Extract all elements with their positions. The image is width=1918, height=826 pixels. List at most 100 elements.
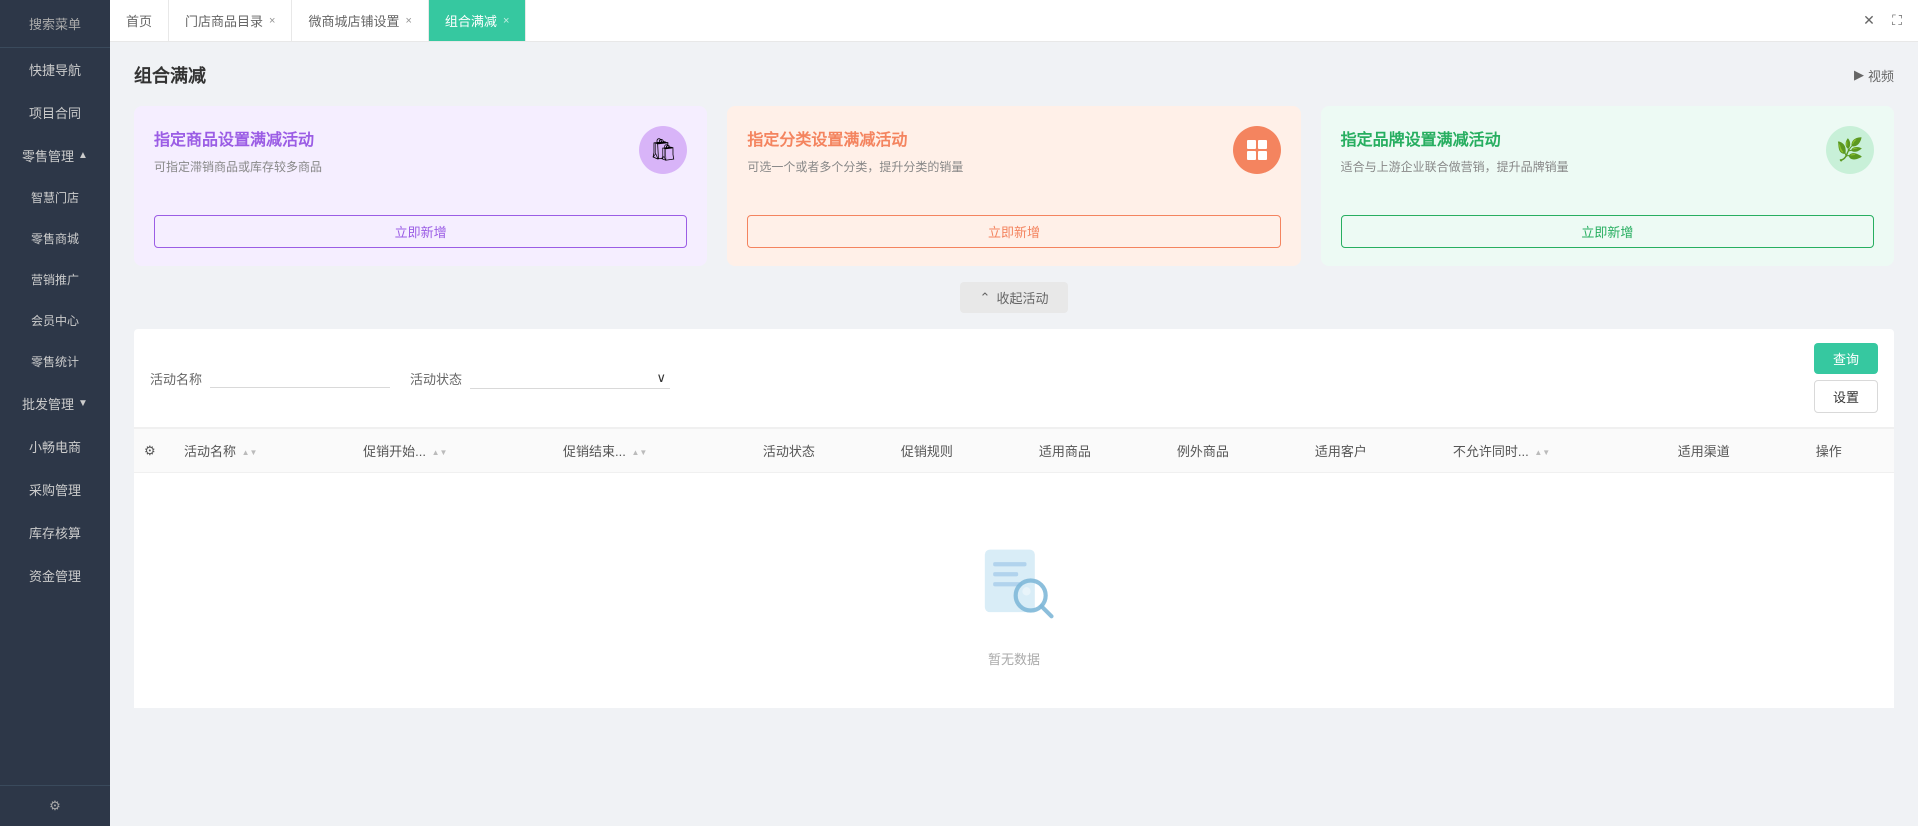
sort-icon[interactable]: ▲▼ [1534, 449, 1550, 457]
category-card-title: 指定分类设置满减活动 [747, 126, 1280, 150]
sidebar-item-member-center[interactable]: 会员中心 [0, 300, 110, 341]
brand-card-add-btn[interactable]: 立即新增 [1341, 215, 1874, 248]
content-area: 组合满减 ▶ 视频 指定商品设置满减活动 🛍 可指定滞销商品或库存较多商品 立即… [110, 42, 1918, 826]
table-col-activity-name: 活动名称 ▲▼ [174, 429, 353, 473]
tabbar: 首页 门店商品目录 × 微商城店铺设置 × 组合满减 × ✕ ⛶ [110, 0, 1918, 42]
category-card-desc: 可选一个或者多个分类，提升分类的销量 [747, 158, 1280, 201]
table-header-row: ⚙ 活动名称 ▲▼ 促销开始... ▲▼ 促销结束... [134, 429, 1894, 473]
col-label: 例外商品 [1177, 444, 1229, 459]
product-card-icon: 🛍 [639, 126, 687, 174]
table-col-applicable-customer: 适用客户 [1305, 429, 1443, 473]
gear-icon[interactable]: ⚙ [144, 443, 156, 458]
collapse-activities-btn[interactable]: ⌃ 收起活动 [960, 282, 1069, 313]
brand-card-desc: 适合与上游企业联合做营销，提升品牌销量 [1341, 158, 1874, 201]
tab-label: 微商城店铺设置 [308, 11, 399, 30]
product-card-title: 指定商品设置满减活动 [154, 126, 687, 150]
table-col-not-allow-concurrent: 不允许同时... ▲▼ [1443, 429, 1668, 473]
promo-cards-row: 指定商品设置满减活动 🛍 可指定滞销商品或库存较多商品 立即新增 指定分类设置满… [134, 106, 1894, 266]
sidebar-item-wholesale-mgmt[interactable]: 批发管理 ▼ [0, 382, 110, 425]
sidebar-item-purchase-mgmt[interactable]: 采购管理 [0, 468, 110, 511]
data-table: ⚙ 活动名称 ▲▼ 促销开始... ▲▼ 促销结束... [134, 428, 1894, 473]
empty-state: 暂无数据 [134, 473, 1894, 708]
col-label: 促销开始... [363, 444, 426, 459]
brand-promo-card: 指定品牌设置满减活动 🌿 适合与上游企业联合做营销，提升品牌销量 立即新增 [1321, 106, 1894, 266]
sidebar-item-label: 库存核算 [29, 523, 81, 542]
chevron-down-icon: ▼ [78, 398, 88, 409]
collapse-label: 收起活动 [996, 288, 1048, 307]
sidebar-item-smart-store[interactable]: 智慧门店 [0, 177, 110, 218]
filter-table-wrapper: 活动名称 活动状态 ∨ 查询 设置 [134, 329, 1894, 708]
sidebar-item-label: 快捷导航 [29, 60, 81, 79]
category-card-add-btn[interactable]: 立即新增 [747, 215, 1280, 248]
chevron-up-icon: ⌃ [980, 290, 991, 306]
tab-controls: ✕ ⛶ [1858, 10, 1918, 32]
sidebar-search[interactable]: 搜索菜单 [0, 0, 110, 48]
tab-label: 组合满减 [445, 11, 497, 30]
sidebar-item-retail-mgmt[interactable]: 零售管理 ▲ [0, 134, 110, 177]
table-col-applicable-goods: 适用商品 [1029, 429, 1167, 473]
sidebar-item-label: 零售商城 [31, 230, 79, 247]
collapse-bar: ⌃ 收起活动 [134, 282, 1894, 313]
activity-name-filter: 活动名称 [150, 368, 390, 388]
col-label: 活动名称 [184, 444, 236, 459]
category-promo-card: 指定分类设置满减活动 可选一个或者多个分类，提升分类的销量 立即新增 [727, 106, 1300, 266]
tab-store-catalog[interactable]: 门店商品目录 × [169, 0, 292, 41]
tab-close-icon[interactable]: × [503, 15, 509, 27]
activity-status-select[interactable]: ∨ [470, 368, 670, 389]
query-btn[interactable]: 查询 [1814, 343, 1878, 374]
sidebar: 搜索菜单 快捷导航 项目合同 零售管理 ▲ 智慧门店 零售商城 营销推广 会员中… [0, 0, 110, 826]
sidebar-item-label: 会员中心 [31, 312, 79, 329]
sort-icon[interactable]: ▲▼ [432, 449, 448, 457]
table-col-operation: 操作 [1806, 429, 1894, 473]
product-card-add-btn[interactable]: 立即新增 [154, 215, 687, 248]
sort-icon[interactable]: ▲▼ [632, 449, 648, 457]
sidebar-item-label: 营销推广 [31, 271, 79, 288]
main-area: 首页 门店商品目录 × 微商城店铺设置 × 组合满减 × ✕ ⛶ 组合满减 ▶ … [110, 0, 1918, 826]
table-col-promo-end: 促销结束... ▲▼ [553, 429, 753, 473]
sidebar-item-project-contract[interactable]: 项目合同 [0, 91, 110, 134]
brand-card-title: 指定品牌设置满减活动 [1341, 126, 1874, 150]
chevron-down-icon: ∨ [657, 370, 667, 386]
gear-icon: ⚙ [49, 798, 61, 813]
col-label: 适用客户 [1315, 444, 1367, 459]
product-card-desc: 可指定滞销商品或库存较多商品 [154, 158, 687, 201]
sidebar-item-finance[interactable]: 资金管理 [0, 554, 110, 597]
tab-close-icon[interactable]: × [269, 15, 275, 27]
activity-name-label: 活动名称 [150, 369, 202, 388]
empty-state-text: 暂无数据 [988, 649, 1040, 668]
tab-combo-discount[interactable]: 组合满减 × [429, 0, 526, 41]
col-label: 促销规则 [901, 444, 953, 459]
settings-btn[interactable]: 设置 [1814, 380, 1878, 413]
table-col-promo-start: 促销开始... ▲▼ [353, 429, 553, 473]
sidebar-item-marketing[interactable]: 营销推广 [0, 259, 110, 300]
tab-home[interactable]: 首页 [110, 0, 169, 41]
col-label: 适用商品 [1039, 444, 1091, 459]
sidebar-item-retail-stats[interactable]: 零售统计 [0, 341, 110, 382]
table-col-except-goods: 例外商品 [1167, 429, 1305, 473]
chevron-up-icon: ▲ [78, 150, 88, 161]
col-label: 操作 [1816, 444, 1842, 459]
video-link[interactable]: ▶ 视频 [1854, 66, 1894, 85]
tab-close-icon[interactable]: × [405, 15, 411, 27]
activity-name-input[interactable] [210, 368, 390, 388]
tab-wechat-store-settings[interactable]: 微商城店铺设置 × [292, 0, 428, 41]
sidebar-item-quick-nav[interactable]: 快捷导航 [0, 48, 110, 91]
sidebar-item-label: 批发管理 [22, 394, 74, 413]
sidebar-item-label: 零售管理 [22, 146, 74, 165]
col-label: 活动状态 [763, 444, 815, 459]
window-maximize-btn[interactable]: ⛶ [1886, 10, 1908, 32]
activity-status-filter: 活动状态 ∨ [410, 368, 670, 389]
sidebar-settings-btn[interactable]: ⚙ [0, 785, 110, 826]
window-close-btn[interactable]: ✕ [1858, 10, 1880, 32]
sidebar-item-label: 采购管理 [29, 480, 81, 499]
sidebar-item-inventory[interactable]: 库存核算 [0, 511, 110, 554]
sidebar-item-label: 零售统计 [31, 353, 79, 370]
tab-label: 首页 [126, 11, 152, 30]
sidebar-item-label: 资金管理 [29, 566, 81, 585]
sidebar-item-xiaochang[interactable]: 小畅电商 [0, 425, 110, 468]
col-label: 不允许同时... [1453, 444, 1529, 459]
sort-icon[interactable]: ▲▼ [242, 449, 258, 457]
col-label: 适用渠道 [1678, 444, 1730, 459]
sidebar-item-label: 项目合同 [29, 103, 81, 122]
sidebar-item-retail-mall[interactable]: 零售商城 [0, 218, 110, 259]
